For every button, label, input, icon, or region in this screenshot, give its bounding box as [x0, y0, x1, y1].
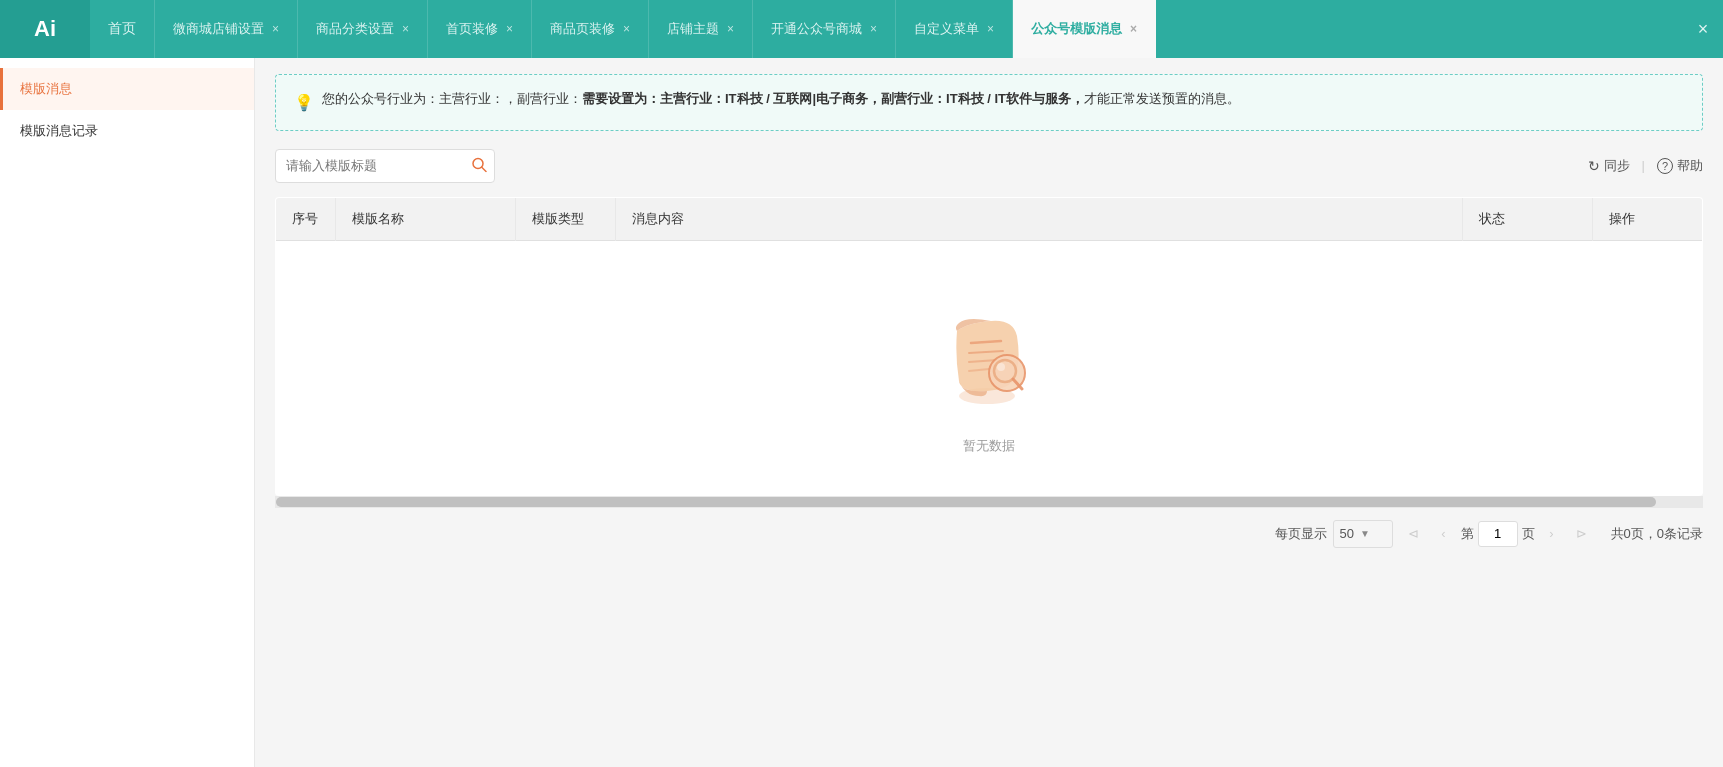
empty-state: 暂无数据: [276, 241, 1702, 495]
nav-tab-shop-theme[interactable]: 店铺主题 ×: [649, 0, 753, 58]
main-layout: 模版消息 模版消息记录 💡 您的公众号行业为：主营行业：，副营行业：需要设置为：…: [0, 58, 1723, 767]
notice-text: 您的公众号行业为：主营行业：，副营行业：需要设置为：主营行业：IT科技 / 互联…: [322, 89, 1240, 110]
close-icon[interactable]: ×: [1130, 23, 1137, 35]
empty-text: 暂无数据: [963, 437, 1015, 455]
close-icon[interactable]: ×: [987, 23, 994, 35]
toolbar-divider: |: [1642, 158, 1645, 173]
page-size-select: 每页显示 50 ▼: [1275, 520, 1393, 548]
close-icon[interactable]: ×: [402, 23, 409, 35]
app-logo: Ai: [0, 0, 90, 58]
nav-tab-home-decoration-label: 首页装修: [446, 20, 498, 38]
toolbar-right: ↻ 同步 | ? 帮助: [1588, 157, 1703, 175]
search-bar: ↻ 同步 | ? 帮助: [275, 149, 1703, 183]
scrollbar-track: [276, 496, 1702, 507]
chevron-down-icon: ▼: [1360, 528, 1370, 539]
sidebar: 模版消息 模版消息记录: [0, 58, 255, 767]
sidebar-item-template-message-label: 模版消息: [20, 81, 72, 96]
table-empty-row: 暂无数据: [276, 240, 1703, 495]
nav-tab-category-settings[interactable]: 商品分类设置 ×: [298, 0, 428, 58]
close-icon[interactable]: ×: [727, 23, 734, 35]
nav-tab-shop-theme-label: 店铺主题: [667, 20, 719, 38]
nav-tab-custom-menu-label: 自定义菜单: [914, 20, 979, 38]
sidebar-item-template-message-records-label: 模版消息记录: [20, 123, 98, 138]
page-label-post: 页: [1522, 525, 1535, 543]
horizontal-scrollbar[interactable]: [275, 496, 1703, 508]
nav-tab-shop-settings[interactable]: 微商城店铺设置 ×: [155, 0, 298, 58]
page-label-pre: 第: [1461, 525, 1474, 543]
nav-tab-open-wechat-mall-label: 开通公众号商城: [771, 20, 862, 38]
page-total: 共0页，0条记录: [1611, 525, 1703, 543]
col-seq: 序号: [276, 197, 336, 240]
search-button[interactable]: [471, 156, 487, 175]
nav-tab-template-message[interactable]: 公众号模版消息 ×: [1013, 0, 1156, 58]
search-icon: [471, 156, 487, 172]
close-all-button[interactable]: ×: [1683, 0, 1723, 58]
top-nav: Ai 首页 微商城店铺设置 × 商品分类设置 × 首页装修 × 商品页装修 × …: [0, 0, 1723, 58]
nav-tab-product-decoration[interactable]: 商品页装修 ×: [532, 0, 649, 58]
prev-page-button[interactable]: ‹: [1431, 521, 1457, 547]
nav-tab-custom-menu[interactable]: 自定义菜单 ×: [896, 0, 1013, 58]
close-icon[interactable]: ×: [506, 23, 513, 35]
nav-tab-home-decoration[interactable]: 首页装修 ×: [428, 0, 532, 58]
nav-tab-category-settings-label: 商品分类设置: [316, 20, 394, 38]
nav-tab-home-label: 首页: [108, 20, 136, 38]
pagination: 每页显示 50 ▼ ⊲ ‹ 第 页 › ⊳ 共0页，0条记录: [275, 508, 1703, 548]
page-size-dropdown[interactable]: 50 ▼: [1333, 520, 1393, 548]
sync-button[interactable]: ↻ 同步: [1588, 157, 1630, 175]
sync-icon: ↻: [1588, 158, 1600, 174]
search-input-wrap: [275, 149, 495, 183]
col-type: 模版类型: [516, 197, 616, 240]
sync-label: 同步: [1604, 157, 1630, 175]
svg-point-10: [997, 363, 1005, 371]
close-icon[interactable]: ×: [272, 23, 279, 35]
empty-illustration: [929, 301, 1049, 421]
page-size-value: 50: [1340, 526, 1354, 541]
help-icon: ?: [1657, 158, 1673, 174]
scrollbar-thumb[interactable]: [276, 497, 1656, 507]
nav-tab-shop-settings-label: 微商城店铺设置: [173, 20, 264, 38]
content-area: 💡 您的公众号行业为：主营行业：，副营行业：需要设置为：主营行业：IT科技 / …: [255, 58, 1723, 767]
help-label: 帮助: [1677, 157, 1703, 175]
next-page-button[interactable]: ›: [1539, 521, 1565, 547]
search-input[interactable]: [275, 149, 495, 183]
page-number-input[interactable]: [1478, 521, 1518, 547]
col-status: 状态: [1463, 197, 1593, 240]
close-icon[interactable]: ×: [623, 23, 630, 35]
first-page-button[interactable]: ⊲: [1401, 521, 1427, 547]
nav-tabs: 首页 微商城店铺设置 × 商品分类设置 × 首页装修 × 商品页装修 × 店铺主…: [90, 0, 1683, 58]
col-name: 模版名称: [336, 197, 516, 240]
col-actions: 操作: [1593, 197, 1703, 240]
table-header-row: 序号 模版名称 模版类型 消息内容 状态 操作: [276, 197, 1703, 240]
last-page-button[interactable]: ⊳: [1569, 521, 1595, 547]
close-icon[interactable]: ×: [870, 23, 877, 35]
page-nav-buttons: ⊲ ‹ 第 页 › ⊳: [1401, 521, 1595, 547]
bulb-icon: 💡: [294, 90, 314, 116]
data-table: 序号 模版名称 模版类型 消息内容 状态 操作: [275, 197, 1703, 496]
sidebar-item-template-message-records[interactable]: 模版消息记录: [0, 110, 254, 152]
nav-tab-template-message-label: 公众号模版消息: [1031, 20, 1122, 38]
notice-box: 💡 您的公众号行业为：主营行业：，副营行业：需要设置为：主营行业：IT科技 / …: [275, 74, 1703, 131]
sidebar-item-template-message[interactable]: 模版消息: [0, 68, 254, 110]
page-size-label: 每页显示: [1275, 525, 1327, 543]
help-button[interactable]: ? 帮助: [1657, 157, 1703, 175]
svg-line-1: [482, 167, 486, 171]
nav-tab-home[interactable]: 首页: [90, 0, 155, 58]
nav-tab-open-wechat-mall[interactable]: 开通公众号商城 ×: [753, 0, 896, 58]
col-content: 消息内容: [616, 197, 1463, 240]
nav-tab-product-decoration-label: 商品页装修: [550, 20, 615, 38]
